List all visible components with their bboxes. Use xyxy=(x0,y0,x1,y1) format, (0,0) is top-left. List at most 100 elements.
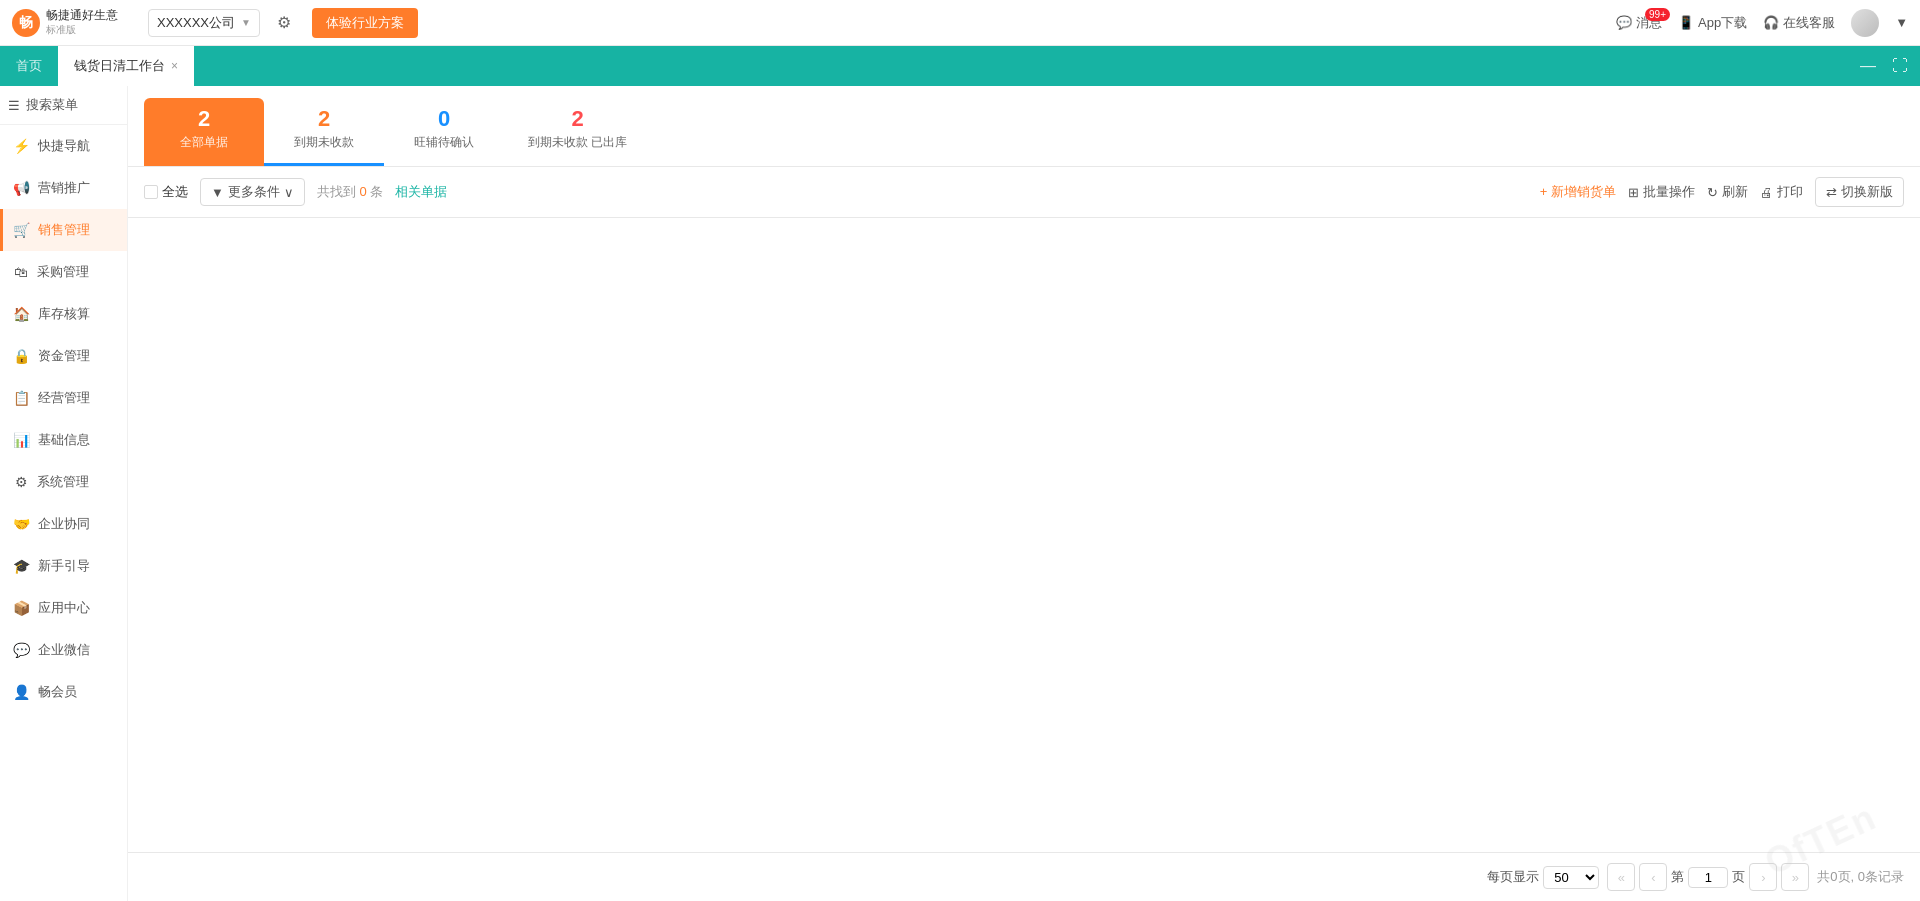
inventory-icon: 🏠 xyxy=(13,306,30,322)
page-size-select[interactable]: 50 10 20 100 xyxy=(1543,866,1599,889)
prev-page-button[interactable]: ‹ xyxy=(1639,863,1667,891)
logo-area: 畅 畅捷通好生意 标准版 xyxy=(12,8,140,38)
page-label: 第 xyxy=(1671,868,1684,886)
logo-title: 畅捷通好生意 xyxy=(46,8,118,24)
refresh-label: 刷新 xyxy=(1722,183,1748,201)
marketing-icon: 📢 xyxy=(13,180,30,196)
app-download-button[interactable]: 📱 App下载 xyxy=(1678,14,1747,32)
related-bill-link[interactable]: 相关单据 xyxy=(395,183,447,201)
service-icon: 🎧 xyxy=(1763,15,1779,30)
system-icon: ⚙ xyxy=(13,474,29,490)
first-page-button[interactable]: « xyxy=(1607,863,1635,891)
settings-button[interactable]: ⚙ xyxy=(268,7,300,39)
page-size-selector: 每页显示 50 10 20 100 xyxy=(1487,866,1599,889)
batch-ops-button[interactable]: ⊞ 批量操作 xyxy=(1628,183,1695,201)
user-menu-arrow[interactable]: ▼ xyxy=(1895,15,1908,30)
close-tab-workbench[interactable]: × xyxy=(171,59,178,73)
filter-label: 更多条件 xyxy=(228,183,280,201)
tab-minimize-button[interactable]: — xyxy=(1856,53,1880,79)
stat-num-pending: 0 xyxy=(438,106,450,132)
refresh-button[interactable]: ↻ 刷新 xyxy=(1707,183,1748,201)
online-service-button[interactable]: 🎧 在线客服 xyxy=(1763,14,1835,32)
main-layout: ☰ 搜索菜单 ⚡ 快捷导航 📢 营销推广 🛒 销售管理 🛍 采购管理 🏠 库存核… xyxy=(0,86,1920,901)
batch-ops-icon: ⊞ xyxy=(1628,185,1639,200)
stats-tabs: 2 全部单据 2 到期未收款 0 旺辅待确认 2 到期未收款 已出库 xyxy=(128,86,1920,167)
stat-label-overdue-shipped: 到期未收款 已出库 xyxy=(528,134,627,151)
stat-num-all: 2 xyxy=(198,106,210,132)
found-unit: 条 xyxy=(370,184,383,199)
message-button[interactable]: 💬 消息 99+ xyxy=(1616,14,1662,32)
page-label-end: 页 xyxy=(1732,868,1745,886)
sidebar-item-quick-nav[interactable]: ⚡ 快捷导航 xyxy=(0,125,127,167)
table-area xyxy=(128,218,1920,852)
online-service-label: 在线客服 xyxy=(1783,14,1835,32)
sidebar-item-label-app-center: 应用中心 xyxy=(38,599,90,617)
trial-button[interactable]: 体验行业方案 xyxy=(312,8,418,38)
stat-label-overdue: 到期未收款 xyxy=(294,134,354,151)
sidebar-item-member[interactable]: 👤 畅会员 xyxy=(0,671,127,713)
next-page-button[interactable]: › xyxy=(1749,863,1777,891)
operations-icon: 📋 xyxy=(13,390,30,406)
sidebar-item-purchase[interactable]: 🛍 采购管理 xyxy=(0,251,127,293)
app-center-icon: 📦 xyxy=(13,600,30,616)
add-sale-button[interactable]: + 新增销货单 xyxy=(1540,183,1616,201)
filter-button[interactable]: ▼ 更多条件 ∨ xyxy=(200,178,305,206)
stat-tab-overdue-shipped[interactable]: 2 到期未收款 已出库 xyxy=(504,98,651,166)
sidebar-item-marketing[interactable]: 📢 营销推广 xyxy=(0,167,127,209)
top-header: 畅 畅捷通好生意 标准版 XXXXXX公司 ▼ ⚙ 体验行业方案 💬 消息 99… xyxy=(0,0,1920,46)
tab-home[interactable]: 首页 xyxy=(0,46,58,86)
sidebar: ☰ 搜索菜单 ⚡ 快捷导航 📢 营销推广 🛒 销售管理 🛍 采购管理 🏠 库存核… xyxy=(0,86,128,901)
stat-tab-all[interactable]: 2 全部单据 xyxy=(144,98,264,166)
sidebar-item-label-sales: 销售管理 xyxy=(38,221,90,239)
stat-tab-pending[interactable]: 0 旺辅待确认 xyxy=(384,98,504,166)
tab-workbench-label: 钱货日清工作台 xyxy=(74,57,165,75)
sidebar-item-inventory[interactable]: 🏠 库存核算 xyxy=(0,293,127,335)
sidebar-item-cooperation[interactable]: 🤝 企业协同 xyxy=(0,503,127,545)
sidebar-item-system[interactable]: ⚙ 系统管理 xyxy=(0,461,127,503)
page-number-input[interactable]: 1 xyxy=(1688,867,1728,888)
sidebar-item-app-center[interactable]: 📦 应用中心 xyxy=(0,587,127,629)
sidebar-item-basic-info[interactable]: 📊 基础信息 xyxy=(0,419,127,461)
tab-workbench[interactable]: 钱货日清工作台 × xyxy=(58,46,194,86)
sidebar-search[interactable]: ☰ 搜索菜单 xyxy=(0,86,127,125)
company-selector[interactable]: XXXXXX公司 ▼ xyxy=(148,9,260,37)
select-all-checkbox[interactable]: 全选 xyxy=(144,183,188,201)
switch-version-button[interactable]: ⇄ 切换新版 xyxy=(1815,177,1904,207)
enterprise-wx-icon: 💬 xyxy=(13,642,30,658)
select-all-label: 全选 xyxy=(162,183,188,201)
logo-subtitle: 标准版 xyxy=(46,23,118,37)
checkbox-input[interactable] xyxy=(144,185,158,199)
switch-icon: ⇄ xyxy=(1826,185,1837,200)
logo-icon: 畅 xyxy=(12,9,40,37)
batch-ops-label: 批量操作 xyxy=(1643,183,1695,201)
app-download-label: App下载 xyxy=(1698,14,1747,32)
tab-maximize-button[interactable]: ⛶ xyxy=(1888,53,1912,79)
avatar[interactable] xyxy=(1851,9,1879,37)
company-dropdown-arrow: ▼ xyxy=(241,17,251,28)
sidebar-item-label-enterprise-wx: 企业微信 xyxy=(38,641,90,659)
sidebar-item-label-system: 系统管理 xyxy=(37,473,89,491)
found-text: 共找到 0 条 xyxy=(317,183,383,201)
page-nav: « ‹ 第 1 页 › » xyxy=(1607,863,1809,891)
sidebar-item-finance[interactable]: 🔒 资金管理 xyxy=(0,335,127,377)
sidebar-item-operations[interactable]: 📋 经营管理 xyxy=(0,377,127,419)
print-button[interactable]: 🖨 打印 xyxy=(1760,183,1803,201)
sidebar-item-label-finance: 资金管理 xyxy=(38,347,90,365)
sidebar-item-guide[interactable]: 🎓 新手引导 xyxy=(0,545,127,587)
tab-bar: 首页 钱货日清工作台 × — ⛶ xyxy=(0,46,1920,86)
sidebar-item-label-marketing: 营销推广 xyxy=(38,179,90,197)
sidebar-item-label-quick-nav: 快捷导航 xyxy=(38,137,90,155)
sidebar-item-sales[interactable]: 🛒 销售管理 xyxy=(0,209,127,251)
last-page-button[interactable]: » xyxy=(1781,863,1809,891)
sidebar-item-enterprise-wx[interactable]: 💬 企业微信 xyxy=(0,629,127,671)
print-label: 打印 xyxy=(1777,183,1803,201)
stat-label-all: 全部单据 xyxy=(180,134,228,151)
stat-tab-overdue[interactable]: 2 到期未收款 xyxy=(264,98,384,166)
search-label: 搜索菜单 xyxy=(26,96,78,114)
total-info: 共0页, 0条记录 xyxy=(1817,868,1904,886)
tab-bar-actions: — ⛶ xyxy=(1856,53,1920,79)
app-download-icon: 📱 xyxy=(1678,15,1694,30)
member-icon: 👤 xyxy=(13,684,30,700)
sidebar-item-label-operations: 经营管理 xyxy=(38,389,90,407)
pagination: 每页显示 50 10 20 100 « ‹ 第 1 页 › » 共0页, 0条记… xyxy=(128,852,1920,901)
